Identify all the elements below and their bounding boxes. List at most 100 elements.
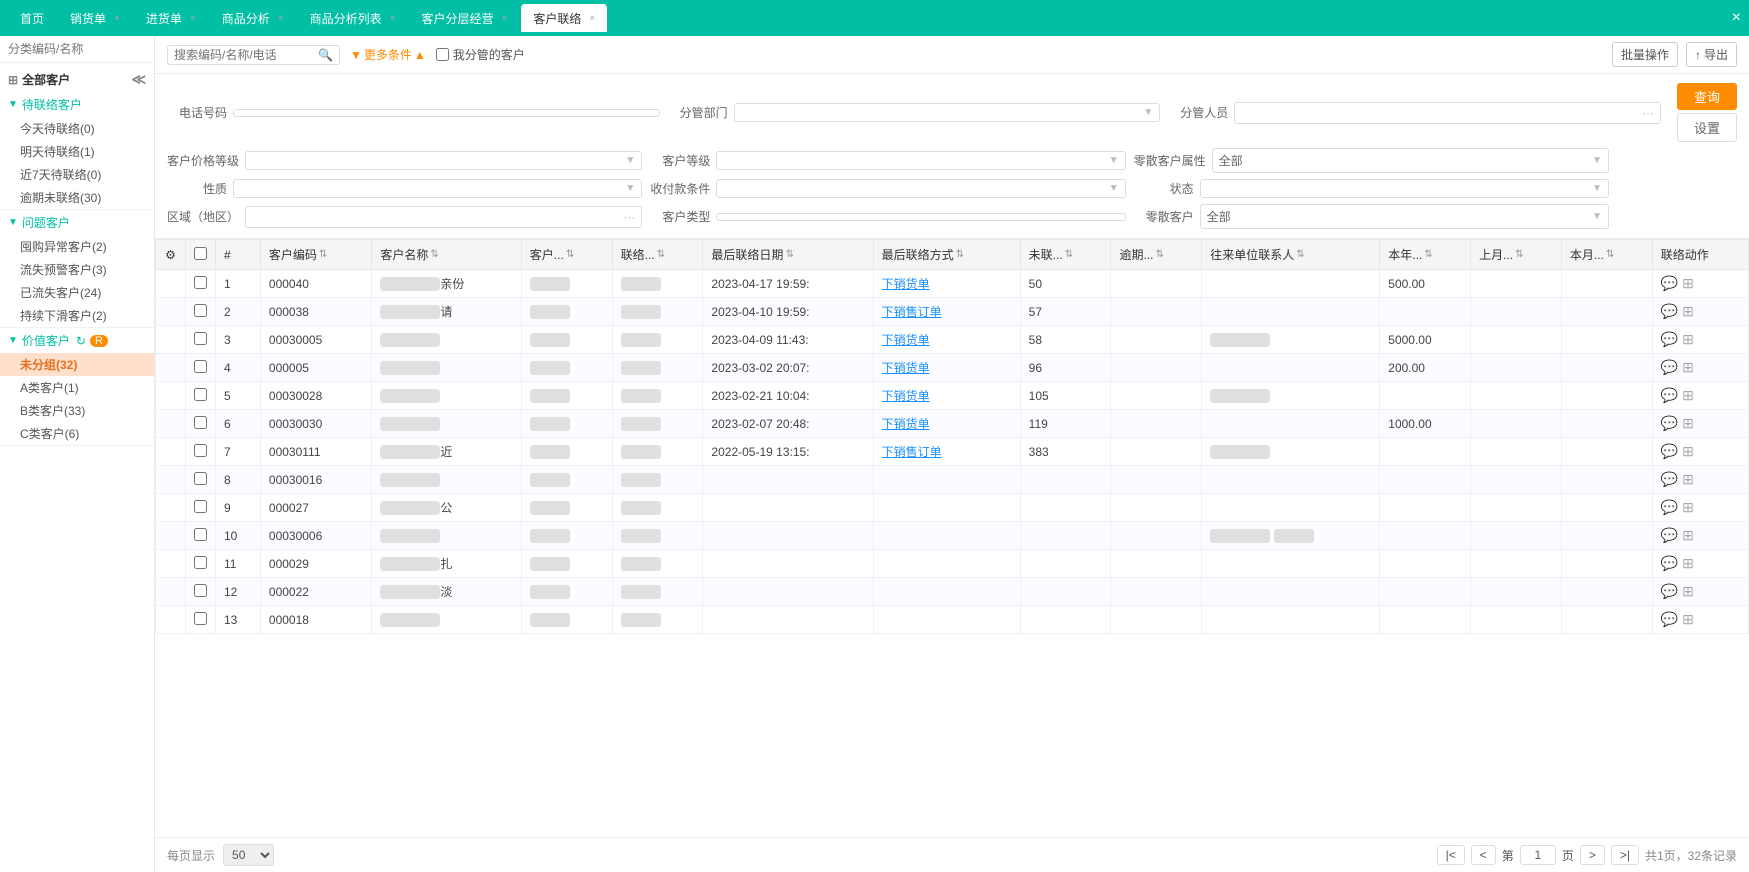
search-icon[interactable]: 🔍 xyxy=(318,48,333,62)
chat-icon[interactable]: 💬 xyxy=(1661,611,1678,628)
row-checkbox-cell[interactable] xyxy=(186,438,216,466)
sidebar-item-class-a[interactable]: A类客户(1) xyxy=(0,376,154,399)
sidebar-item-ungraded[interactable]: 未分组(32) xyxy=(0,353,154,376)
sidebar-item-today[interactable]: 今天待联络(0) xyxy=(0,117,154,140)
row-checkbox[interactable] xyxy=(194,500,207,513)
person-input[interactable]: ··· xyxy=(1234,102,1661,124)
grid-action-icon[interactable]: ⊞ xyxy=(1682,471,1694,488)
row-checkbox-cell[interactable] xyxy=(186,270,216,298)
row-action[interactable]: 💬 ⊞ xyxy=(1652,298,1748,326)
my-customers-filter[interactable]: 我分管的客户 xyxy=(436,46,525,63)
row-checkbox-cell[interactable] xyxy=(186,298,216,326)
row-last-contact-method[interactable]: 下销货单 xyxy=(873,270,1020,298)
row-action[interactable]: 💬 ⊞ xyxy=(1652,494,1748,522)
sidebar-all-customers[interactable]: ⊞ 全部客户 ≪ xyxy=(0,63,154,92)
grid-action-icon[interactable]: ⊞ xyxy=(1682,527,1694,544)
row-last-contact-method[interactable] xyxy=(873,494,1020,522)
chat-icon[interactable]: 💬 xyxy=(1661,443,1678,460)
row-last-contact-method[interactable]: 下销售订单 xyxy=(873,438,1020,466)
tab-purchase[interactable]: 进货单 × xyxy=(134,4,208,32)
tab-customer-contact[interactable]: 客户联络 × xyxy=(521,4,607,32)
row-action[interactable]: 💬 ⊞ xyxy=(1652,438,1748,466)
row-last-contact-method[interactable]: 下销货单 xyxy=(873,326,1020,354)
tab-sales[interactable]: 销货单 × xyxy=(58,4,132,32)
chat-icon[interactable]: 💬 xyxy=(1661,527,1678,544)
last-page-btn[interactable]: >| xyxy=(1611,845,1639,865)
search-box[interactable]: 🔍 xyxy=(167,45,340,65)
row-checkbox[interactable] xyxy=(194,444,207,457)
row-checkbox[interactable] xyxy=(194,472,207,485)
row-checkbox[interactable] xyxy=(194,360,207,373)
tab-sales-close[interactable]: × xyxy=(114,13,120,24)
sidebar-item-7days[interactable]: 近7天待联络(0) xyxy=(0,163,154,186)
customer-type-select[interactable] xyxy=(716,213,1125,221)
row-checkbox[interactable] xyxy=(194,332,207,345)
grid-action-icon[interactable]: ⊞ xyxy=(1682,331,1694,348)
sidebar-pending-title[interactable]: ▼ 待联络客户 xyxy=(0,92,154,117)
first-page-btn[interactable]: |< xyxy=(1437,845,1465,865)
col-contact[interactable]: 联络... ⇅ xyxy=(612,240,703,270)
no-contact-sort[interactable]: ⇅ xyxy=(1065,249,1073,260)
row-action[interactable]: 💬 ⊞ xyxy=(1652,326,1748,354)
row-checkbox[interactable] xyxy=(194,276,207,289)
row-action[interactable]: 💬 ⊞ xyxy=(1652,382,1748,410)
chat-icon[interactable]: 💬 xyxy=(1661,331,1678,348)
col-no-contact[interactable]: 未联... ⇅ xyxy=(1020,240,1111,270)
row-checkbox[interactable] xyxy=(194,388,207,401)
row-checkbox-cell[interactable] xyxy=(186,466,216,494)
sidebar-item-overdue[interactable]: 逾期未联络(30) xyxy=(0,186,154,209)
row-last-contact-method[interactable]: 下销货单 xyxy=(873,382,1020,410)
row-last-contact-method[interactable] xyxy=(873,606,1020,634)
row-last-contact-method[interactable] xyxy=(873,578,1020,606)
col-name[interactable]: 客户名称 ⇅ xyxy=(372,240,521,270)
row-checkbox-cell[interactable] xyxy=(186,606,216,634)
chat-icon[interactable]: 💬 xyxy=(1661,387,1678,404)
tab-home[interactable]: 首页 xyxy=(8,4,56,32)
col-this-month[interactable]: 本月... ⇅ xyxy=(1561,240,1652,270)
row-action[interactable]: 💬 ⊞ xyxy=(1652,522,1748,550)
chat-icon[interactable]: 💬 xyxy=(1661,583,1678,600)
type-sort[interactable]: ⇅ xyxy=(566,249,574,260)
grid-action-icon[interactable]: ⊞ xyxy=(1682,415,1694,432)
tab-product-analysis-list-close[interactable]: × xyxy=(390,13,396,24)
row-action[interactable]: 💬 ⊞ xyxy=(1652,578,1748,606)
grid-action-icon[interactable]: ⊞ xyxy=(1682,359,1694,376)
region-input[interactable]: ··· xyxy=(245,206,642,228)
dept-select[interactable]: ▼ xyxy=(734,103,1161,122)
sidebar-item-hoarding[interactable]: 囤购异常客户(2) xyxy=(0,235,154,258)
sidebar-collapse-icon[interactable]: ≪ xyxy=(131,71,146,88)
sidebar-item-churned[interactable]: 已流失客户(24) xyxy=(0,281,154,304)
search-input[interactable] xyxy=(174,48,314,62)
grid-action-icon[interactable]: ⊞ xyxy=(1682,555,1694,572)
col-type[interactable]: 客户... ⇅ xyxy=(521,240,612,270)
sidebar-search-input[interactable] xyxy=(8,42,155,56)
row-checkbox-cell[interactable] xyxy=(186,410,216,438)
row-last-contact-method[interactable]: 下销货单 xyxy=(873,410,1020,438)
row-checkbox-cell[interactable] xyxy=(186,382,216,410)
col-checkbox[interactable] xyxy=(186,240,216,270)
col-this-year[interactable]: 本年... ⇅ xyxy=(1380,240,1471,270)
this-month-sort[interactable]: ⇅ xyxy=(1606,249,1614,260)
row-last-contact-method[interactable] xyxy=(873,466,1020,494)
row-checkbox[interactable] xyxy=(194,556,207,569)
customer-grade-select[interactable]: ▼ xyxy=(716,151,1125,170)
tab-customer-contact-close[interactable]: × xyxy=(589,13,595,24)
tab-purchase-close[interactable]: × xyxy=(190,13,196,24)
col-overdue[interactable]: 逾期... ⇅ xyxy=(1111,240,1202,270)
tab-product-analysis-close[interactable]: × xyxy=(278,13,284,24)
close-all-tabs[interactable]: × xyxy=(1732,9,1741,27)
grid-action-icon[interactable]: ⊞ xyxy=(1682,303,1694,320)
grid-action-icon[interactable]: ⊞ xyxy=(1682,611,1694,628)
col-last-contact-date[interactable]: 最后联络日期 ⇅ xyxy=(703,240,873,270)
row-contact-method-link[interactable]: 下销货单 xyxy=(882,389,930,403)
row-checkbox-cell[interactable] xyxy=(186,578,216,606)
prev-page-btn[interactable]: < xyxy=(1471,845,1496,865)
grid-action-icon[interactable]: ⊞ xyxy=(1682,499,1694,516)
tab-customer-segment-close[interactable]: × xyxy=(501,13,507,24)
last-method-sort[interactable]: ⇅ xyxy=(956,249,964,260)
my-customers-checkbox[interactable] xyxy=(436,48,449,61)
row-checkbox-cell[interactable] xyxy=(186,522,216,550)
more-conditions-btn[interactable]: ▼ 更多条件 ▲ xyxy=(350,46,426,63)
row-checkbox[interactable] xyxy=(194,304,207,317)
row-last-contact-method[interactable] xyxy=(873,522,1020,550)
